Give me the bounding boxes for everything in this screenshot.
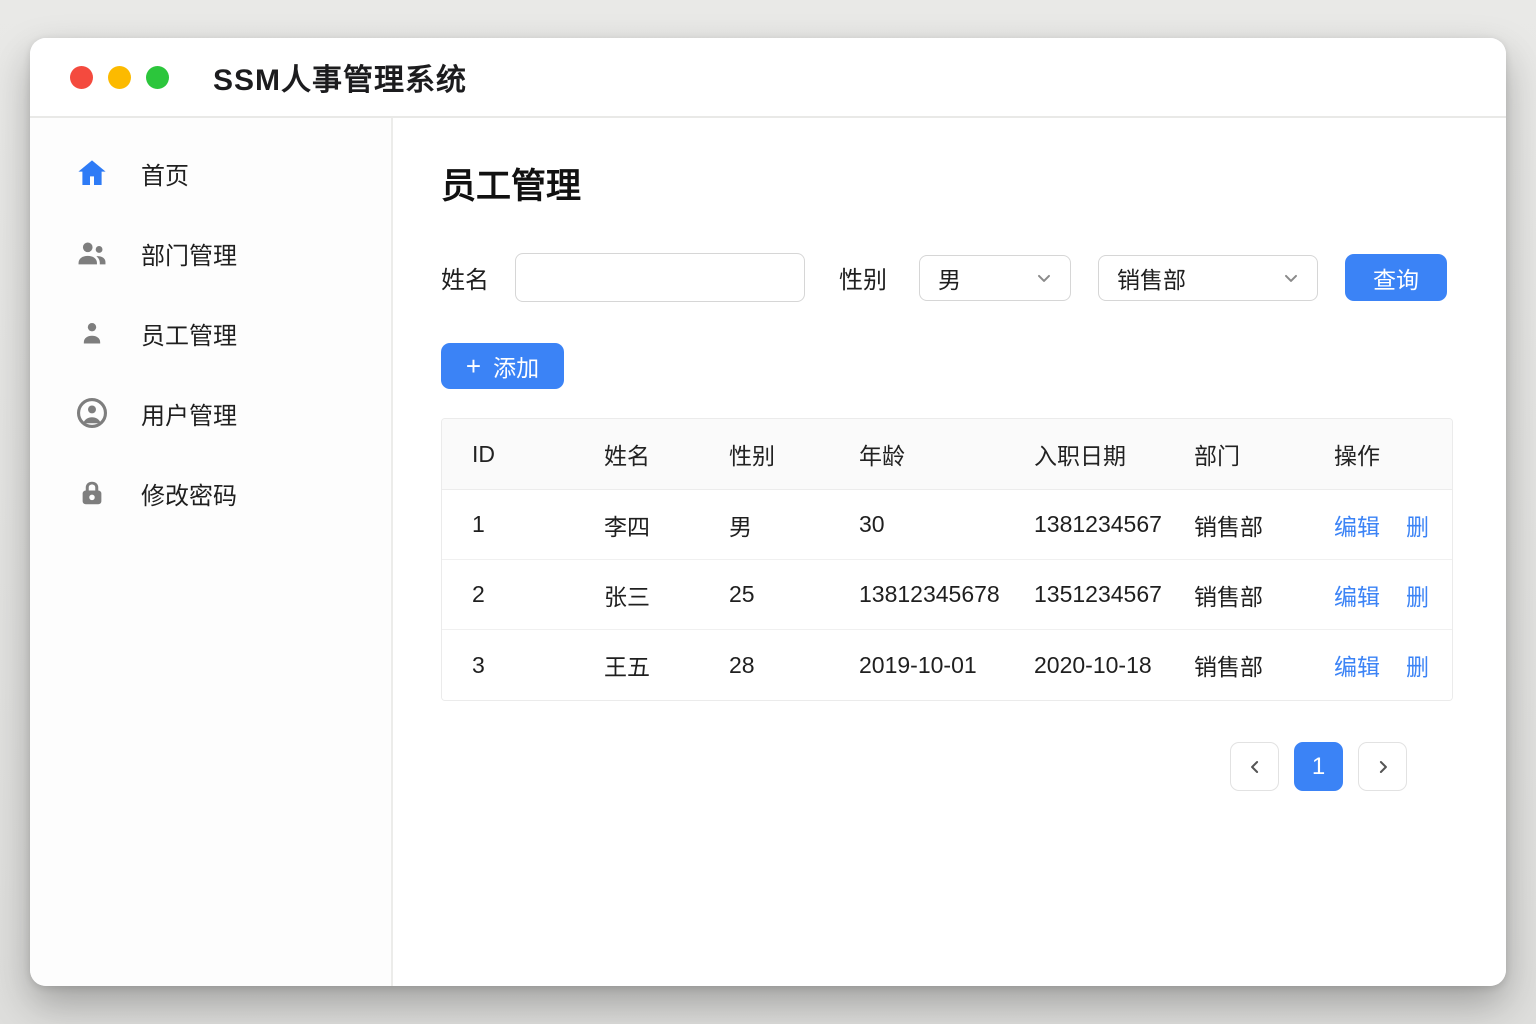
zoom-button[interactable] — [146, 65, 169, 89]
people-icon — [75, 236, 109, 270]
sidebar-item-label: 修改密码 — [141, 482, 237, 510]
chevron-down-icon — [1034, 268, 1054, 288]
cell-actions: 编辑 删 — [1334, 648, 1452, 682]
cell-gender: 25 — [729, 581, 755, 607]
add-button-label: 添加 — [493, 355, 540, 381]
column-header-id: ID — [472, 440, 495, 467]
edit-link[interactable]: 编辑 — [1334, 648, 1380, 682]
cell-actions: 编辑 删 — [1334, 508, 1452, 542]
gender-label: 性别 — [839, 267, 887, 294]
table-row: 1 李四 男 30 1381234567 销售部 编辑 删 — [442, 490, 1452, 560]
content-wrap: 首页 部门管理 员工管理 用户管理 修改密码 员工管理 姓名 性别 男 销售部 … — [30, 118, 1506, 986]
sidebar-item-label: 员工管理 — [141, 322, 237, 350]
sidebar-item-home[interactable]: 首页 — [30, 143, 391, 203]
gender-select-value: 男 — [938, 266, 961, 293]
department-select[interactable]: 销售部 — [1098, 254, 1318, 301]
column-header-age: 年龄 — [859, 443, 905, 469]
sidebar-item-users[interactable]: 用户管理 — [30, 383, 391, 443]
column-header-department: 部门 — [1194, 443, 1240, 469]
app-title: SSM人事管理系统 — [213, 64, 468, 97]
app-window: SSM人事管理系统 首页 部门管理 员工管理 用户管理 修改密码 员工管理 姓名… — [30, 38, 1506, 986]
prev-page-button[interactable] — [1230, 742, 1279, 791]
page-title: 员工管理 — [441, 167, 582, 206]
sidebar-item-label: 用户管理 — [141, 402, 237, 430]
cell-hiredate: 2020-10-18 — [1034, 651, 1152, 678]
toolbar: + 添加 — [441, 343, 1453, 389]
edit-link[interactable]: 编辑 — [1334, 578, 1380, 612]
table-row: 2 张三 25 13812345678 1351234567 销售部 编辑 删 — [442, 560, 1452, 630]
chevron-right-icon — [1373, 757, 1393, 777]
search-button[interactable]: 查询 — [1345, 254, 1447, 301]
employee-table: ID 姓名 性别 年龄 入职日期 部门 操作 1 李四 男 30 1381234… — [441, 418, 1453, 701]
cell-hiredate: 1351234567 — [1034, 581, 1162, 607]
next-page-button[interactable] — [1358, 742, 1407, 791]
home-icon — [75, 156, 109, 190]
cell-department: 销售部 — [1194, 654, 1263, 680]
add-button[interactable]: + 添加 — [441, 343, 564, 389]
sidebar-item-label: 部门管理 — [141, 242, 237, 270]
sidebar-item-departments[interactable]: 部门管理 — [30, 223, 391, 283]
cell-id: 1 — [472, 511, 485, 537]
cell-id: 3 — [472, 651, 485, 678]
cell-department: 销售部 — [1194, 583, 1263, 610]
cell-hiredate: 1381234567 — [1034, 511, 1162, 537]
cell-department: 销售部 — [1194, 513, 1263, 540]
sidebar-item-employees[interactable]: 员工管理 — [30, 303, 391, 363]
cell-age: 30 — [859, 511, 885, 537]
cell-gender: 男 — [729, 513, 752, 540]
department-select-value: 销售部 — [1117, 266, 1186, 293]
cell-age: 2019-10-01 — [859, 651, 977, 678]
cell-name: 李四 — [604, 513, 650, 540]
main-content: 员工管理 姓名 性别 男 销售部 查询 + 添加 ID 姓名 性别 年龄 入职日… — [393, 118, 1506, 986]
cell-id: 2 — [472, 581, 485, 607]
plus-icon: + — [465, 351, 482, 381]
cell-age: 13812345678 — [859, 581, 1000, 607]
table-header-row: ID 姓名 性别 年龄 入职日期 部门 操作 — [442, 419, 1452, 490]
traffic-lights — [70, 65, 169, 89]
minimize-button[interactable] — [108, 65, 131, 89]
delete-link[interactable]: 删 — [1406, 648, 1429, 682]
title-bar: SSM人事管理系统 — [30, 38, 1506, 118]
sidebar-item-label: 首页 — [141, 162, 189, 190]
column-header-hiredate: 入职日期 — [1034, 443, 1126, 469]
column-header-name: 姓名 — [604, 443, 650, 469]
page-1-button[interactable]: 1 — [1294, 742, 1343, 791]
chevron-down-icon — [1281, 268, 1301, 288]
delete-link[interactable]: 删 — [1406, 578, 1429, 612]
cell-gender: 28 — [729, 651, 755, 678]
pagination: 1 — [441, 742, 1453, 791]
filter-bar: 姓名 性别 男 销售部 查询 — [441, 253, 1453, 302]
lock-icon — [75, 476, 109, 510]
cell-name: 张三 — [604, 583, 650, 610]
column-header-actions: 操作 — [1334, 443, 1380, 469]
name-label: 姓名 — [441, 267, 489, 294]
delete-link[interactable]: 删 — [1406, 508, 1429, 542]
close-button[interactable] — [70, 65, 93, 89]
gender-select[interactable]: 男 — [919, 254, 1071, 301]
table-row: 3 王五 28 2019-10-01 2020-10-18 销售部 编辑 删 — [442, 630, 1452, 700]
person-icon — [75, 316, 109, 350]
edit-link[interactable]: 编辑 — [1334, 508, 1380, 542]
cell-name: 王五 — [604, 654, 650, 680]
column-header-gender: 性别 — [729, 443, 775, 469]
name-input[interactable] — [515, 253, 805, 302]
chevron-left-icon — [1245, 757, 1265, 777]
sidebar: 首页 部门管理 员工管理 用户管理 修改密码 — [30, 118, 393, 986]
cell-actions: 编辑 删 — [1334, 578, 1452, 612]
user-circle-icon — [75, 396, 109, 430]
sidebar-item-password[interactable]: 修改密码 — [30, 463, 391, 523]
